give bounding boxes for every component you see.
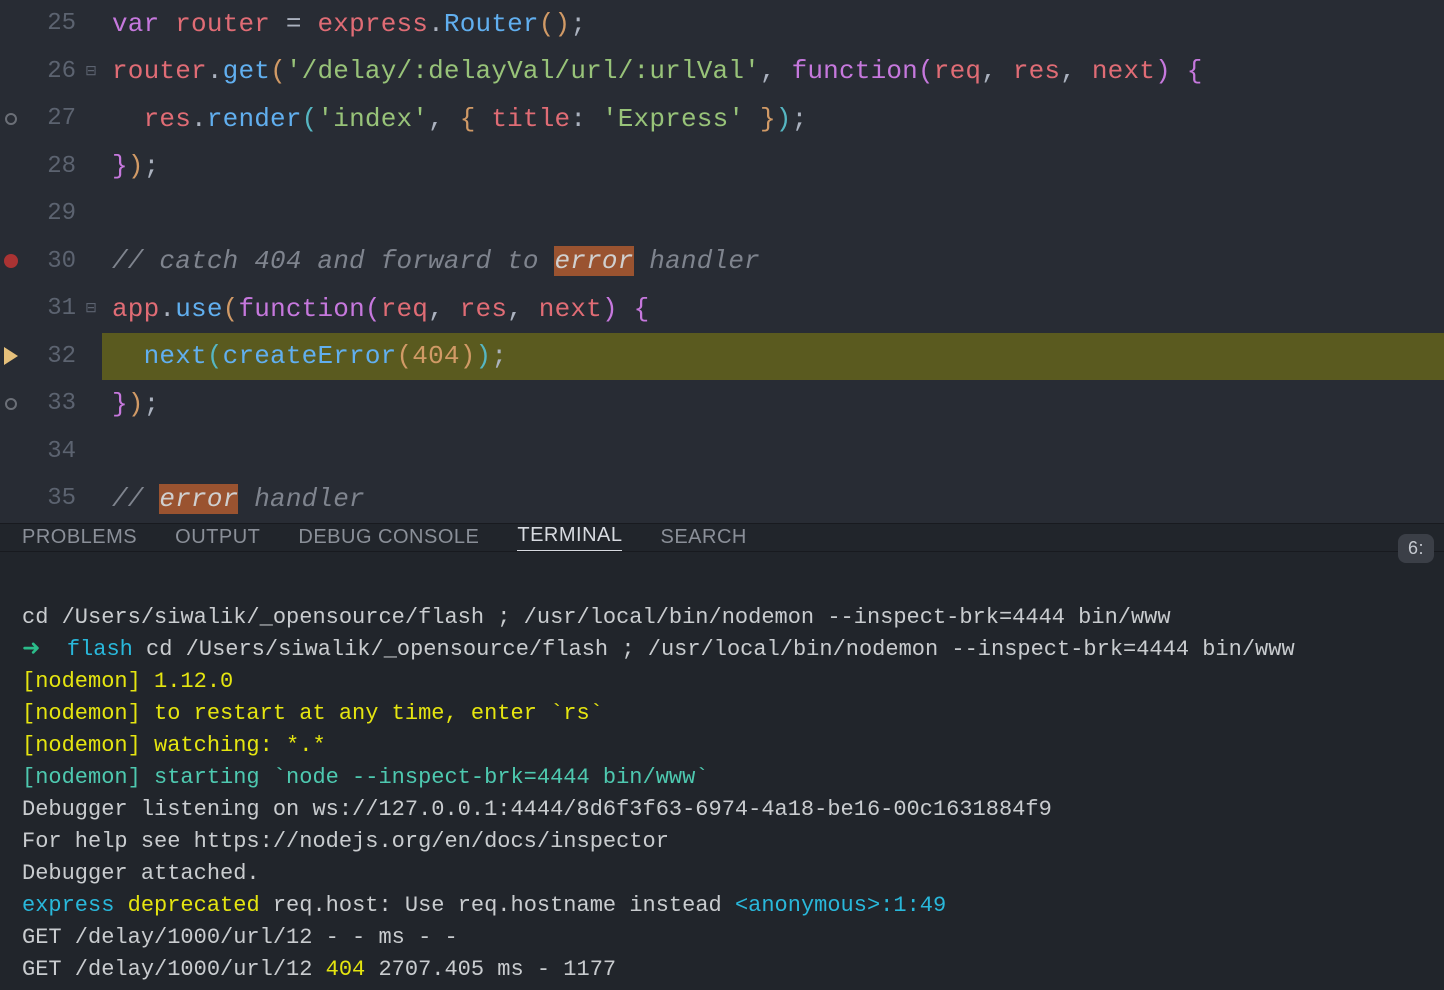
tab-output[interactable]: OUTPUT <box>175 526 260 549</box>
gutter-mark <box>0 428 22 476</box>
execution-pointer-icon <box>4 347 18 365</box>
terminal-line: [nodemon] 1.12.0 <box>22 669 233 694</box>
bottom-panel: PROBLEMS OUTPUT DEBUG CONSOLE TERMINAL S… <box>0 523 1444 990</box>
gutter-mark <box>0 0 22 48</box>
terminal-line: req.host: Use req.hostname instead <box>260 893 735 918</box>
line-number: 29 <box>22 200 80 227</box>
breakpoint-icon <box>4 254 18 268</box>
panel-tabs: PROBLEMS OUTPUT DEBUG CONSOLE TERMINAL S… <box>0 524 1444 552</box>
terminal-line: GET /delay/1000/url/12 <box>22 957 326 982</box>
line-number: 32 <box>22 343 80 370</box>
code-line[interactable]: 28 }); <box>0 143 1444 191</box>
code-text[interactable]: next(createError(404)); <box>102 341 507 371</box>
line-number: 33 <box>22 390 80 417</box>
tab-debug-console[interactable]: DEBUG CONSOLE <box>298 526 479 549</box>
gutter-mark <box>0 285 22 333</box>
terminal-line: For help see https://nodejs.org/en/docs/… <box>22 829 669 854</box>
tab-problems[interactable]: PROBLEMS <box>22 526 137 549</box>
code-text[interactable]: router.get('/delay/:delayVal/url/:urlVal… <box>102 56 1203 86</box>
terminal-line: express <box>22 893 114 918</box>
code-text[interactable]: res.render('index', { title: 'Express' }… <box>102 104 807 134</box>
terminal-cwd: flash <box>67 637 133 662</box>
line-number: 25 <box>22 10 80 37</box>
code-line[interactable]: 27 res.render('index', { title: 'Express… <box>0 95 1444 143</box>
code-text[interactable]: }); <box>102 389 159 419</box>
breakpoint-unverified-icon <box>5 113 17 125</box>
code-line[interactable]: 33 }); <box>0 380 1444 428</box>
code-editor[interactable]: 25 var router = express.Router(); 26 ⊟ r… <box>0 0 1444 523</box>
terminal-line: cd /Users/siwalik/_opensource/flash ; /u… <box>133 637 1295 662</box>
code-line[interactable]: 25 var router = express.Router(); <box>0 0 1444 48</box>
gutter-mark <box>0 48 22 96</box>
line-number: 34 <box>22 438 80 465</box>
code-line[interactable]: 34 <box>0 428 1444 476</box>
gutter-mark <box>0 143 22 191</box>
code-line-current-execution[interactable]: 32 next(createError(404)); <box>0 333 1444 381</box>
gutter-mark[interactable] <box>0 380 22 428</box>
terminal-line: deprecated <box>114 893 259 918</box>
code-line[interactable]: 30 // catch 404 and forward to error han… <box>0 238 1444 286</box>
terminal-line: <anonymous>:1:49 <box>735 893 946 918</box>
line-number: 30 <box>22 248 80 275</box>
breakpoint-unverified-icon <box>5 398 17 410</box>
line-number: 35 <box>22 485 80 512</box>
terminal-selector-badge[interactable]: 6: <box>1398 534 1434 563</box>
terminal-line: [nodemon] to restart at any time, enter … <box>22 701 603 726</box>
terminal-line: cd /Users/siwalik/_opensource/flash ; /u… <box>22 605 1171 630</box>
code-text[interactable]: // catch 404 and forward to error handle… <box>102 246 760 276</box>
tab-terminal[interactable]: TERMINAL <box>517 524 622 551</box>
line-number: 28 <box>22 153 80 180</box>
gutter-mark[interactable] <box>0 238 22 286</box>
code-line[interactable]: 35 // error handler <box>0 475 1444 523</box>
code-text[interactable]: }); <box>102 151 159 181</box>
gutter-mark <box>0 190 22 238</box>
line-number: 27 <box>22 105 80 132</box>
gutter-mark <box>0 475 22 523</box>
fold-toggle[interactable]: ⊟ <box>80 63 102 80</box>
code-line[interactable]: 31 ⊟ app.use(function(req, res, next) { <box>0 285 1444 333</box>
tab-search[interactable]: SEARCH <box>660 526 746 549</box>
prompt-arrow-icon: ➜ <box>22 637 67 662</box>
line-number: 26 <box>22 58 80 85</box>
line-number: 31 <box>22 295 80 322</box>
code-text[interactable]: var router = express.Router(); <box>102 9 586 39</box>
search-match-highlight: error <box>159 484 238 514</box>
terminal-line: Debugger attached. <box>22 861 260 886</box>
code-text[interactable]: app.use(function(req, res, next) { <box>102 294 649 324</box>
gutter-mark[interactable] <box>0 95 22 143</box>
terminal-line: 2707.405 ms - 1177 <box>365 957 616 982</box>
fold-toggle[interactable]: ⊟ <box>80 300 102 317</box>
code-line[interactable]: 26 ⊟ router.get('/delay/:delayVal/url/:u… <box>0 48 1444 96</box>
terminal-line: Debugger listening on ws://127.0.0.1:444… <box>22 797 1052 822</box>
code-line[interactable]: 29 <box>0 190 1444 238</box>
terminal-line: [nodemon] watching: *.* <box>22 733 326 758</box>
gutter-mark[interactable] <box>0 333 22 381</box>
terminal-status-code: 404 <box>326 957 366 982</box>
terminal-line: GET /delay/1000/url/12 - - ms - - <box>22 925 458 950</box>
terminal-line: [nodemon] starting `node --inspect-brk=4… <box>22 765 709 790</box>
terminal-output[interactable]: cd /Users/siwalik/_opensource/flash ; /u… <box>0 552 1444 990</box>
code-text[interactable]: // error handler <box>102 484 365 514</box>
search-match-highlight: error <box>554 246 633 276</box>
